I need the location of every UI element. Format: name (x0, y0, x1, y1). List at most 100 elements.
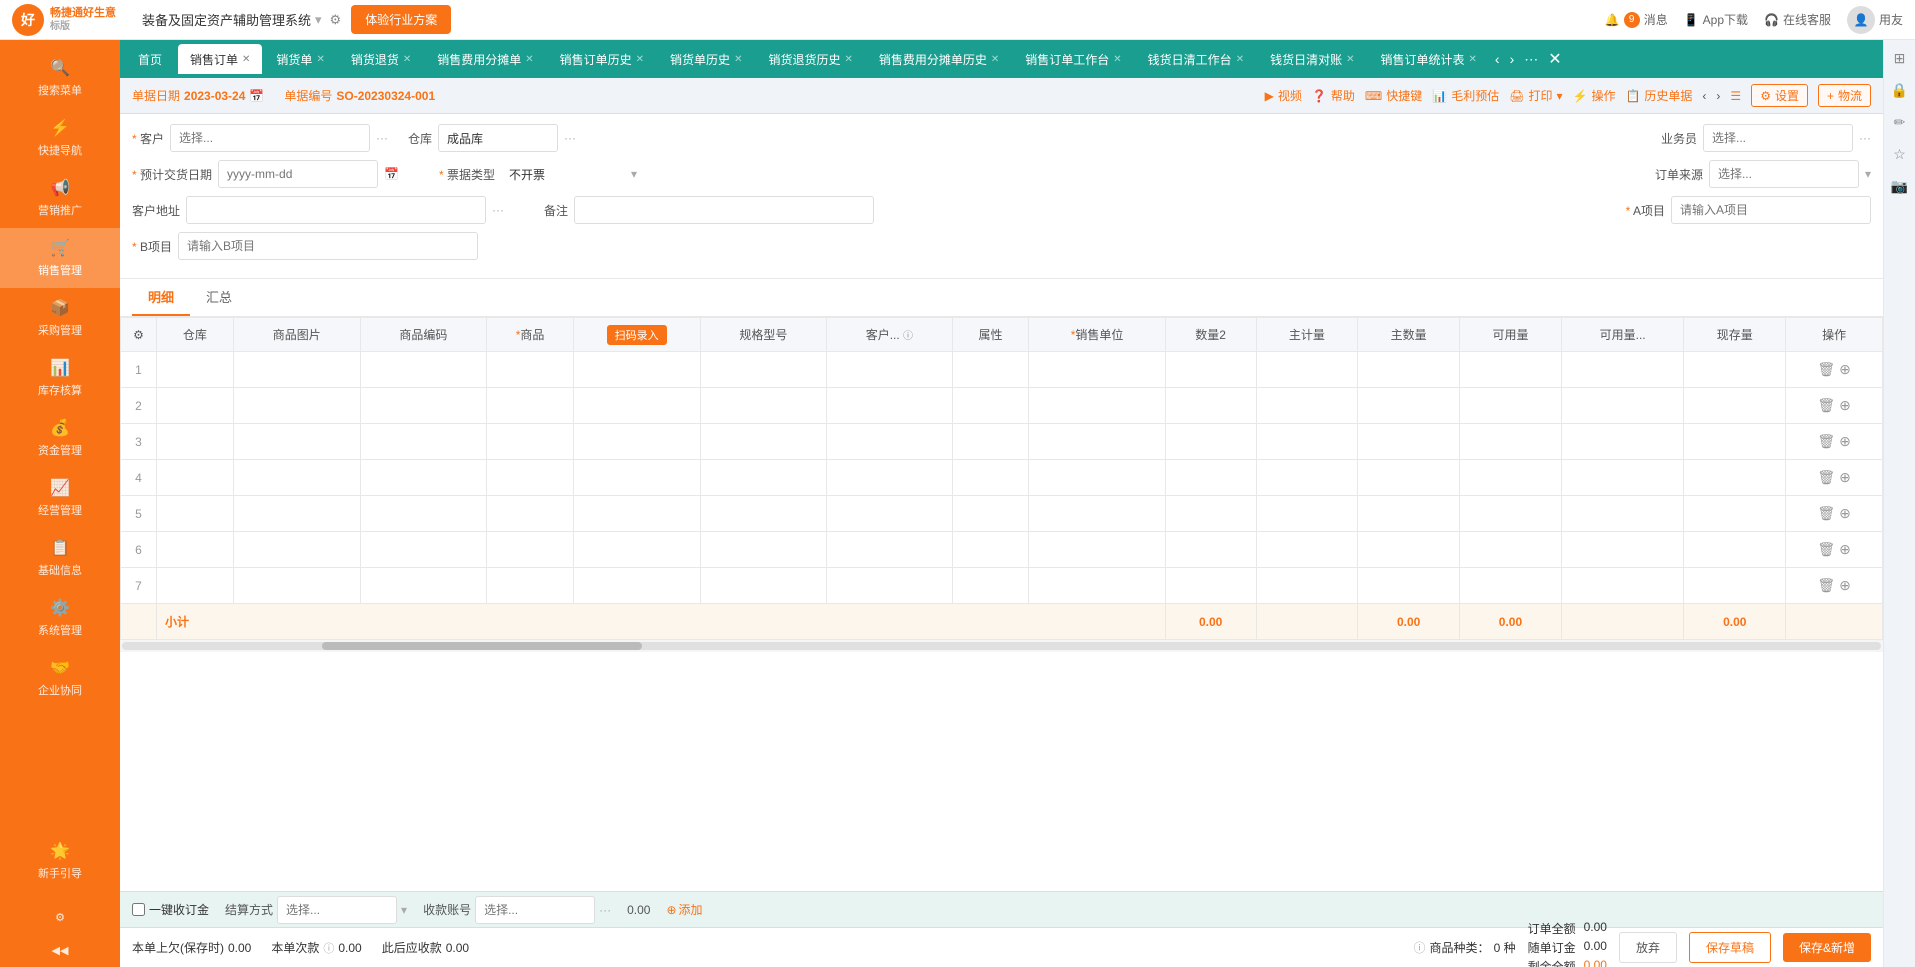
subheader-layout[interactable]: ☰ (1730, 89, 1741, 103)
row4-customer-code[interactable] (827, 460, 952, 496)
row5-product[interactable] (487, 496, 574, 532)
scroll-thumb[interactable] (322, 642, 642, 650)
customer-input[interactable] (170, 124, 370, 152)
copy-icon-6[interactable]: ⊕ (1839, 541, 1851, 558)
customer-expand-btn[interactable]: ··· (376, 131, 388, 145)
tab-expense-split[interactable]: 销售费用分摊单 ✕ (425, 44, 545, 74)
print-dropdown[interactable]: ▾ (1556, 89, 1562, 103)
sidebar-settings-btn[interactable]: ⚙ (0, 901, 120, 934)
row7-code[interactable] (360, 568, 487, 604)
row6-warehouse[interactable] (157, 532, 234, 568)
row5-qty2[interactable] (1165, 496, 1256, 532)
row7-available2[interactable] (1561, 568, 1684, 604)
info-icon-order[interactable]: ⓘ (323, 940, 334, 956)
row6-spec[interactable] (700, 532, 827, 568)
row4-main-qty[interactable] (1358, 460, 1460, 496)
copy-icon-7[interactable]: ⊕ (1839, 577, 1851, 594)
tab-daily-reconcile[interactable]: 钱货日清对账 ✕ (1258, 44, 1366, 74)
row4-qty2[interactable] (1165, 460, 1256, 496)
tab-close-order-history[interactable]: ✕ (636, 54, 644, 65)
salesperson-input[interactable] (1703, 124, 1853, 152)
row1-main-unit[interactable] (1256, 352, 1358, 388)
b-project-input[interactable] (178, 232, 478, 260)
user-avatar[interactable]: 👤 用友 (1847, 6, 1903, 34)
tab-order-history[interactable]: 销售订单历史 ✕ (548, 44, 656, 74)
row7-available[interactable] (1460, 568, 1562, 604)
subheader-nav-prev[interactable]: ‹ (1702, 89, 1706, 103)
row3-image[interactable] (233, 424, 360, 460)
info-icon-customer[interactable]: ⓘ (903, 331, 913, 342)
row1-customer-code[interactable] (827, 352, 952, 388)
sidebar-item-search[interactable]: 🔍 搜索菜单 (0, 48, 120, 108)
payment-method-dropdown[interactable]: ▾ (401, 903, 407, 917)
sidebar-item-guide[interactable]: 🌟 新手引导 (0, 831, 120, 891)
row6-code[interactable] (360, 532, 487, 568)
delivery-calendar-icon[interactable]: 📅 (384, 167, 399, 181)
sidebar-item-purchase[interactable]: 📦 采购管理 (0, 288, 120, 348)
sidebar-item-inventory[interactable]: 📊 库存核算 (0, 348, 120, 408)
row1-attr[interactable] (952, 352, 1029, 388)
row7-unit[interactable] (1029, 568, 1165, 604)
tab-sales-order[interactable]: 销售订单 ✕ (178, 44, 262, 74)
row3-unit[interactable] (1029, 424, 1165, 460)
tab-stats[interactable]: 销售订单统计表 ✕ (1368, 44, 1488, 74)
right-panel-icon-4[interactable]: ☆ (1886, 140, 1914, 168)
copy-icon-4[interactable]: ⊕ (1839, 469, 1851, 486)
row6-qty2[interactable] (1165, 532, 1256, 568)
row7-qty2[interactable] (1165, 568, 1256, 604)
row3-main-unit[interactable] (1256, 424, 1358, 460)
row4-available2[interactable] (1561, 460, 1684, 496)
row1-available2[interactable] (1561, 352, 1684, 388)
discard-btn[interactable]: 放弃 (1619, 932, 1677, 963)
row7-customer-code[interactable] (827, 568, 952, 604)
tab-nav-next[interactable]: › (1506, 51, 1519, 67)
tab-close-daily-workbench[interactable]: ✕ (1236, 54, 1244, 65)
row2-main-qty[interactable] (1358, 388, 1460, 424)
sidebar-item-operations[interactable]: 📈 经营管理 (0, 468, 120, 528)
delete-icon-6[interactable]: 🗑 (1817, 541, 1835, 558)
row3-qty2[interactable] (1165, 424, 1256, 460)
warehouse-expand-btn[interactable]: ··· (564, 131, 576, 145)
row4-main-unit[interactable] (1256, 460, 1358, 496)
row2-attr[interactable] (952, 388, 1029, 424)
row5-customer-code[interactable] (827, 496, 952, 532)
row2-image[interactable] (233, 388, 360, 424)
row1-main-qty[interactable] (1358, 352, 1460, 388)
row6-customer-code[interactable] (827, 532, 952, 568)
row3-main-qty[interactable] (1358, 424, 1460, 460)
row1-stock[interactable] (1684, 352, 1786, 388)
row2-product[interactable] (487, 388, 574, 424)
row5-available2[interactable] (1561, 496, 1684, 532)
row2-main-unit[interactable] (1256, 388, 1358, 424)
row2-qty2[interactable] (1165, 388, 1256, 424)
row5-warehouse[interactable] (157, 496, 234, 532)
tab-nav-prev[interactable]: ‹ (1491, 51, 1504, 67)
row6-available[interactable] (1460, 532, 1562, 568)
sidebar-item-quicknav[interactable]: ⚡ 快捷导航 (0, 108, 120, 168)
save-new-btn[interactable]: 保存&新增 (1783, 933, 1871, 962)
row6-stock[interactable] (1684, 532, 1786, 568)
account-expand-btn[interactable]: ··· (599, 903, 611, 917)
row5-unit[interactable] (1029, 496, 1165, 532)
row2-customer-code[interactable] (827, 388, 952, 424)
row4-image[interactable] (233, 460, 360, 496)
salesperson-expand-btn[interactable]: ··· (1859, 131, 1871, 145)
row6-product[interactable] (487, 532, 574, 568)
app-download[interactable]: 📱 App下载 (1684, 11, 1748, 28)
row5-attr[interactable] (952, 496, 1029, 532)
row7-warehouse[interactable] (157, 568, 234, 604)
delete-icon-3[interactable]: 🗑 (1817, 433, 1835, 450)
product-types-icon[interactable]: ⓘ (1414, 939, 1426, 956)
col-scan[interactable]: 扫码录入 (573, 318, 700, 352)
tab-close-sales-invoice[interactable]: ✕ (316, 54, 324, 65)
sidebar-item-system[interactable]: ⚙️ 系统管理 (0, 588, 120, 648)
row4-warehouse[interactable] (157, 460, 234, 496)
subheader-history[interactable]: 📋 历史单据 (1625, 87, 1692, 104)
row4-stock[interactable] (1684, 460, 1786, 496)
row2-code[interactable] (360, 388, 487, 424)
subheader-profit[interactable]: 📊 毛利预估 (1432, 87, 1499, 104)
row3-available2[interactable] (1561, 424, 1684, 460)
row5-main-qty[interactable] (1358, 496, 1460, 532)
account-input[interactable] (475, 896, 595, 924)
system-dropdown-icon[interactable]: ▾ (315, 12, 322, 28)
